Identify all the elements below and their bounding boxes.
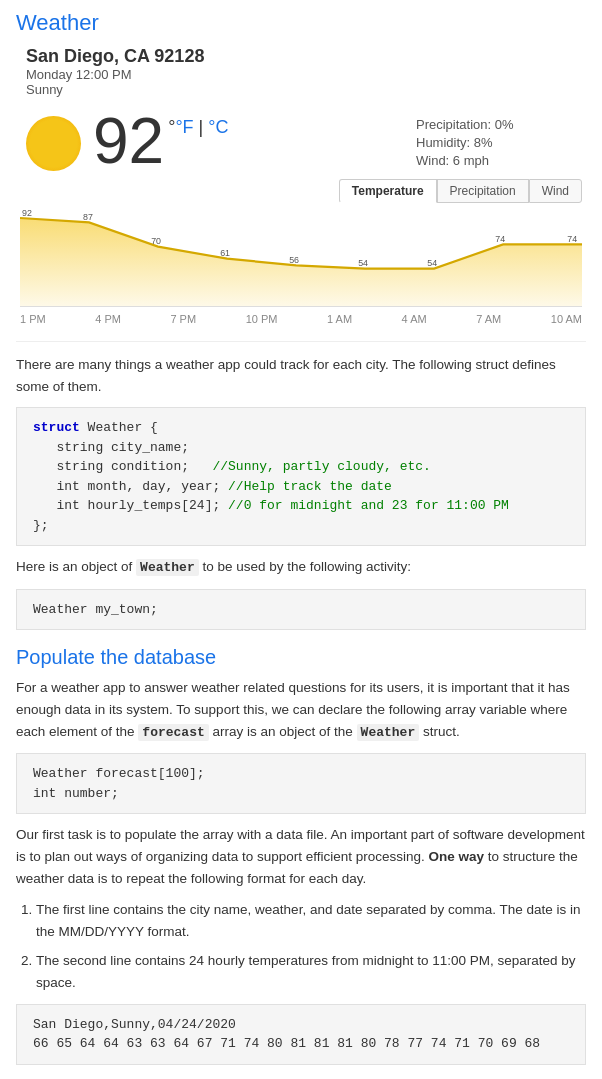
section2-paragraph: For a weather app to answer weather rela… — [16, 677, 586, 743]
format-list: The first line contains the city name, w… — [36, 899, 586, 993]
object-decl-block: Weather my_town; — [16, 589, 586, 631]
list-item-2: The second line contains 24 hourly tempe… — [36, 950, 586, 993]
object-intro-text: Here is an object of Weather to be used … — [16, 556, 586, 579]
page-title: Weather — [16, 10, 586, 36]
svg-text:54: 54 — [358, 257, 368, 269]
tab-temperature[interactable]: Temperature — [339, 179, 437, 203]
one-way-bold: One way — [429, 849, 485, 864]
humidity-stat: Humidity: 8% — [416, 135, 586, 150]
svg-text:70: 70 — [151, 235, 161, 247]
functions-paragraph: To help organize the code for a large pr… — [16, 1075, 586, 1079]
intro-paragraph: There are many things a weather app coul… — [16, 354, 586, 397]
section2-heading: Populate the database — [16, 646, 586, 669]
tab-precipitation[interactable]: Precipitation — [437, 179, 529, 203]
weather-condition: Sunny — [26, 82, 586, 97]
chart-time-labels: 1 PM 4 PM 7 PM 10 PM 1 AM 4 AM 7 AM 10 A… — [16, 311, 586, 325]
location-block: San Diego, CA 92128 Monday 12:00 PM Sunn… — [16, 46, 586, 97]
time-label-4: 10 PM — [246, 313, 278, 325]
temp-unit: °°F | °C — [168, 117, 228, 138]
wind-stat: Wind: 6 mph — [416, 153, 586, 168]
time-label-1: 1 PM — [20, 313, 46, 325]
array-code-block: Weather forecast[100]; int number; — [16, 753, 586, 814]
precipitation-stat: Precipitation: 0% — [416, 117, 586, 132]
city-name: San Diego, CA 92128 — [26, 46, 586, 67]
svg-text:92: 92 — [22, 207, 32, 218]
forecast-keyword: forecast — [138, 724, 208, 741]
temperature-display: 92 °°F | °C — [93, 109, 228, 173]
svg-text:54: 54 — [427, 257, 437, 269]
time-label-6: 4 AM — [402, 313, 427, 325]
temperature-chart: 92 87 70 61 56 54 54 74 74 — [20, 207, 582, 307]
time-label-2: 4 PM — [95, 313, 121, 325]
fahrenheit-link[interactable]: °F — [175, 117, 193, 137]
date-time: Monday 12:00 PM — [26, 67, 586, 82]
svg-text:87: 87 — [83, 211, 93, 223]
svg-text:56: 56 — [289, 254, 299, 266]
weather-keyword-1: Weather — [136, 559, 199, 576]
weather-stats: Precipitation: 0% Humidity: 8% Wind: 6 m… — [416, 109, 586, 171]
svg-marker-0 — [20, 218, 582, 306]
list-item-1: The first line contains the city name, w… — [36, 899, 586, 942]
svg-text:74: 74 — [567, 233, 577, 245]
svg-text:74: 74 — [495, 233, 505, 245]
struct-code-block: struct Weather { string city_name; strin… — [16, 407, 586, 546]
chart-tabs: Temperature Precipitation Wind — [16, 179, 586, 203]
sun-icon — [26, 116, 81, 171]
sample-data-block: San Diego,Sunny,04/24/2020 66 65 64 64 6… — [16, 1004, 586, 1065]
temp-value: 92 — [93, 109, 164, 173]
task-paragraph: Our first task is to populate the array … — [16, 824, 586, 889]
svg-text:61: 61 — [220, 247, 230, 259]
time-label-5: 1 AM — [327, 313, 352, 325]
weather-keyword-2: Weather — [357, 724, 420, 741]
time-label-8: 10 AM — [551, 313, 582, 325]
time-label-7: 7 AM — [476, 313, 501, 325]
time-label-3: 7 PM — [170, 313, 196, 325]
divider-1 — [16, 341, 586, 342]
tab-wind[interactable]: Wind — [529, 179, 582, 203]
celsius-link[interactable]: °C — [208, 117, 228, 137]
